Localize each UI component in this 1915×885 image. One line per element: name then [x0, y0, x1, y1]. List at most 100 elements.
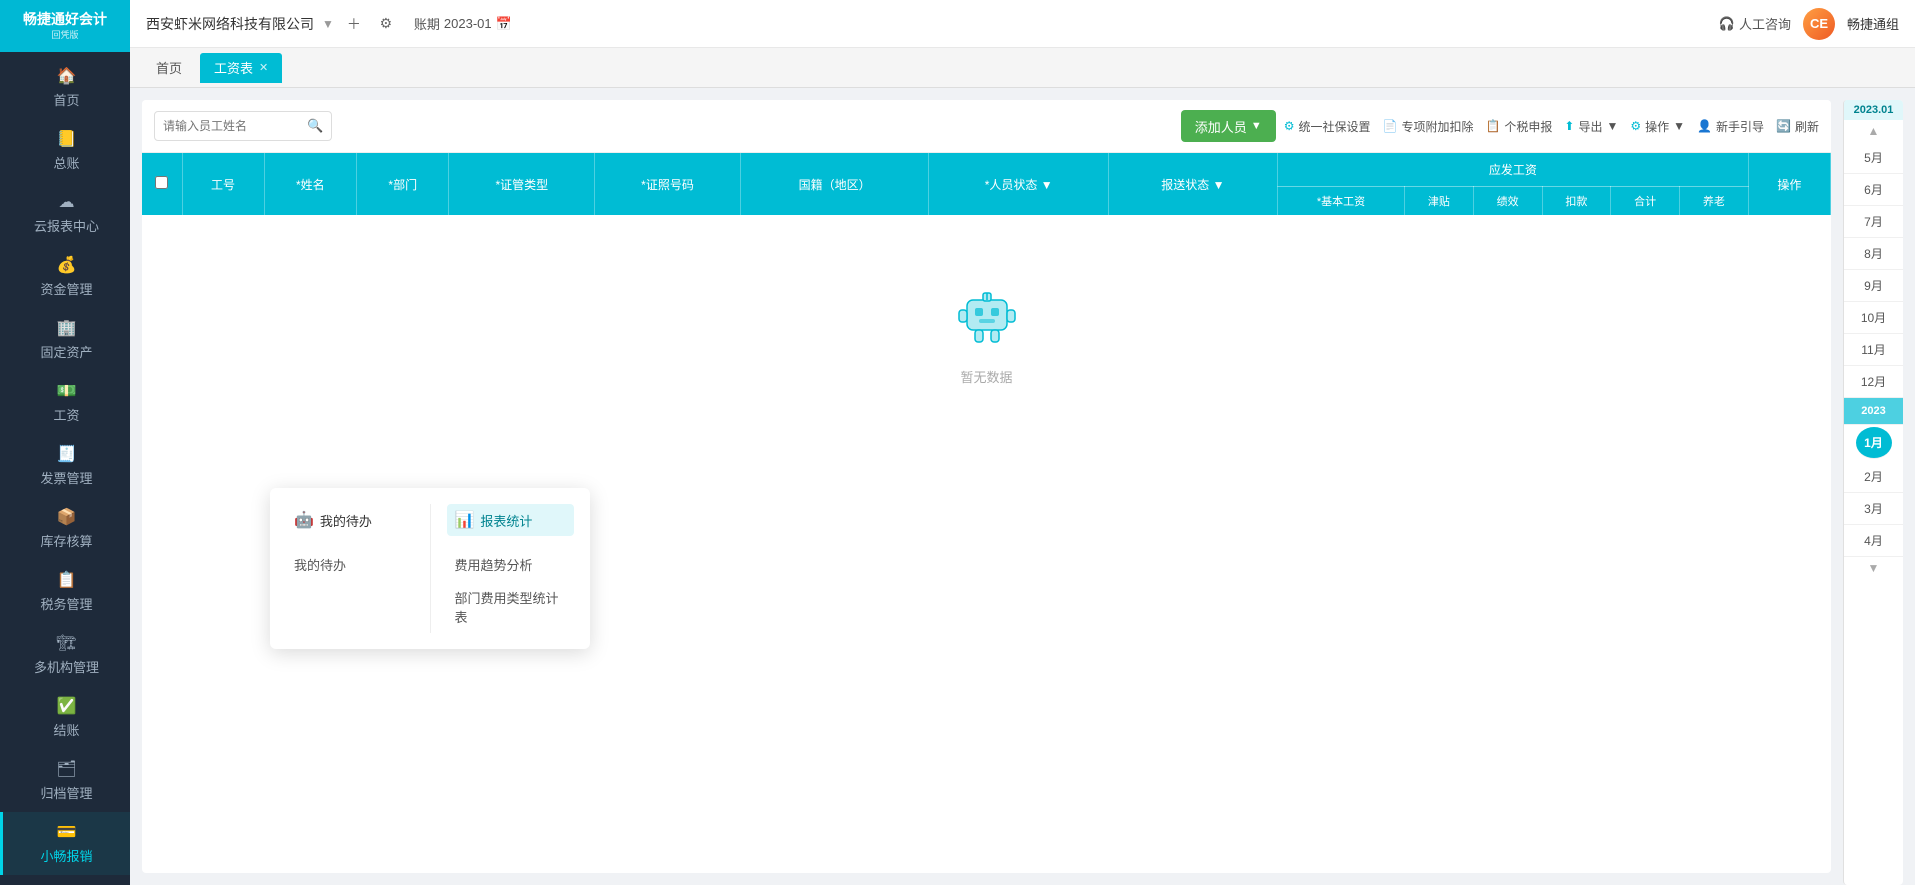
cal-month-5[interactable]: 5月	[1844, 142, 1903, 174]
search-icon[interactable]: 🔍	[307, 118, 323, 134]
operation-icon: ⚙	[1630, 119, 1641, 133]
sidebar-item-home[interactable]: 🏠 首页	[0, 56, 130, 119]
period-value: 2023-01	[444, 16, 492, 31]
search-box: 🔍	[154, 111, 332, 141]
sub-header-bonus: 绩效	[1473, 187, 1542, 216]
individual-tax-btn[interactable]: 📋 个税申报	[1485, 118, 1552, 135]
cal-month-1-active[interactable]: 1月	[1856, 427, 1892, 459]
guide-action-icon: 👤	[1697, 119, 1712, 133]
popup-reports-label: 报表统计	[480, 511, 532, 530]
sidebar-item-invoice[interactable]: 🧾 发票管理	[0, 434, 130, 497]
sidebar-item-settlement[interactable]: ✅ 结账	[0, 686, 130, 749]
popup-col-todolist: 🤖 我的待办 我的待办	[286, 504, 414, 633]
sidebar-item-tax[interactable]: 📋 税务管理	[0, 560, 130, 623]
header-dept: *部门	[357, 153, 449, 215]
cal-month-6[interactable]: 6月	[1844, 174, 1903, 206]
sidebar-item-ledger[interactable]: 📒 总账	[0, 119, 130, 182]
sidebar-item-payroll[interactable]: 💵 工资	[0, 371, 130, 434]
social-insurance-label: 统一社保设置	[1298, 118, 1370, 135]
new-guide-btn[interactable]: 👤 新手引导	[1697, 118, 1764, 135]
sidebar-label-settlement: 结账	[53, 720, 79, 739]
sub-header-base-salary: *基本工资	[1277, 187, 1404, 216]
popup-item-expense-trend[interactable]: 费用趋势分析	[447, 548, 575, 581]
table-toolbar: 🔍 添加人员 ▼ ⚙ 统一社保设置 📄 专项附加扣除	[142, 100, 1831, 153]
user-avatar[interactable]: CE	[1803, 8, 1835, 40]
sidebar: 畅捷通好会计 回凭版 🏠 首页 📒 总账 ☁ 云报表中心 💰 资金管理 🏢 固定…	[0, 0, 130, 885]
cal-month-3[interactable]: 3月	[1844, 493, 1903, 525]
sidebar-label-expense: 小畅报销	[40, 846, 92, 865]
assets-icon: 🏢	[57, 318, 77, 338]
sidebar-item-expense[interactable]: 💳 小畅报销	[0, 812, 130, 875]
sidebar-item-settings[interactable]: ⚙ 基础设置	[0, 875, 130, 885]
main-area: 西安虾米网络科技有限公司 ▼ ＋ ⚙ 账期 2023-01 📅 🎧 人工咨询 C…	[130, 0, 1915, 885]
add-btn-label: 添加人员	[1195, 117, 1247, 136]
sidebar-item-archive[interactable]: 🗂 归档管理	[0, 749, 130, 812]
cal-month-12[interactable]: 12月	[1844, 366, 1903, 398]
cal-month-2[interactable]: 2月	[1844, 461, 1903, 493]
tab-payroll[interactable]: 工资表 ✕	[200, 53, 282, 83]
cal-month-9[interactable]: 9月	[1844, 270, 1903, 302]
tax-icon: 📋	[57, 570, 77, 590]
refresh-btn[interactable]: 🔄 刷新	[1776, 118, 1819, 135]
export-btn[interactable]: ⬆ 导出 ▼	[1564, 118, 1618, 135]
user-name: 畅捷通组	[1847, 14, 1899, 33]
sidebar-label-home: 首页	[53, 90, 79, 109]
calendar-panel: 2023.01 ▲ 5月 6月 7月 8月 9月 10月 11月 12月 202…	[1843, 100, 1903, 885]
cal-month-4[interactable]: 4月	[1844, 525, 1903, 557]
sidebar-item-fixed-assets[interactable]: 🏢 固定资产	[0, 308, 130, 371]
add-company-btn[interactable]: ＋	[342, 12, 366, 36]
sidebar-label-invoice: 发票管理	[40, 468, 92, 487]
tab-home[interactable]: 首页	[142, 53, 196, 83]
sidebar-label-ledger: 总账	[53, 153, 79, 172]
header-emp-no: 工号	[182, 153, 264, 215]
header-status: *人员状态 ▼	[929, 153, 1108, 215]
refresh-label: 刷新	[1795, 118, 1819, 135]
cal-year-2023: 2023	[1844, 398, 1903, 425]
org-icon: 🏗	[56, 633, 76, 653]
tab-payroll-close-icon[interactable]: ✕	[259, 61, 268, 74]
sub-header-deduct: 扣款	[1542, 187, 1611, 216]
tax-deduct-btn[interactable]: 📄 专项附加扣除	[1382, 118, 1473, 135]
header-nationality: 国籍（地区）	[740, 153, 929, 215]
company-dropdown-icon[interactable]: ▼	[322, 17, 334, 31]
popup-title-todolist: 🤖 我的待办	[286, 504, 414, 536]
sidebar-label-fund: 资金管理	[40, 279, 92, 298]
calendar-down-btn[interactable]: ▼	[1844, 557, 1903, 579]
cal-month-8[interactable]: 8月	[1844, 238, 1903, 270]
tabs-bar: 首页 工资表 ✕	[130, 48, 1915, 88]
popup-item-my-todo[interactable]: 我的待办	[286, 548, 414, 581]
operation-label: 操作	[1645, 118, 1669, 135]
social-insurance-btn[interactable]: ⚙ 统一社保设置	[1284, 118, 1371, 135]
popup-item-dept-expense[interactable]: 部门费用类型统计表	[447, 581, 575, 633]
header-checkbox[interactable]	[142, 153, 182, 215]
settings-btn[interactable]: ⚙	[374, 12, 398, 36]
sidebar-item-cloud-report[interactable]: ☁ 云报表中心	[0, 182, 130, 245]
sidebar-item-multi-org[interactable]: 🏗 多机构管理	[0, 623, 130, 686]
sidebar-item-inventory[interactable]: 📦 库存核算	[0, 497, 130, 560]
individual-tax-label: 个税申报	[1504, 118, 1552, 135]
calendar-up-btn[interactable]: ▲	[1844, 120, 1903, 142]
calendar-icon[interactable]: 📅	[496, 16, 512, 32]
cal-month-11[interactable]: 11月	[1844, 334, 1903, 366]
select-all-checkbox[interactable]	[155, 176, 168, 189]
todolist-icon: 🤖	[294, 510, 314, 530]
logo-title: 畅捷通好会计	[23, 11, 107, 28]
status-filter-icon[interactable]: ▼	[1041, 178, 1053, 192]
invoice-icon: 🧾	[57, 444, 77, 464]
add-person-button[interactable]: 添加人员 ▼	[1181, 110, 1276, 142]
cal-month-10[interactable]: 10月	[1844, 302, 1903, 334]
settlement-icon: ✅	[57, 696, 77, 716]
new-guide-label: 新手引导	[1716, 118, 1764, 135]
search-input[interactable]	[163, 119, 303, 133]
sidebar-label-archive: 归档管理	[40, 783, 92, 802]
header-report-status: 报送状态 ▼	[1108, 153, 1277, 215]
sidebar-item-fund[interactable]: 💰 资金管理	[0, 245, 130, 308]
logo-subtitle: 回凭版	[51, 28, 78, 41]
service-btn[interactable]: 🎧 人工咨询	[1719, 14, 1791, 33]
operation-btn[interactable]: ⚙ 操作 ▼	[1630, 118, 1685, 135]
cal-month-7[interactable]: 7月	[1844, 206, 1903, 238]
header-name: *姓名	[264, 153, 356, 215]
content-area: 🔍 添加人员 ▼ ⚙ 统一社保设置 📄 专项附加扣除	[130, 88, 1915, 885]
report-filter-icon[interactable]: ▼	[1213, 178, 1225, 192]
table-header-row: 工号 *姓名 *部门 *证管类型 *证照号码 国籍（地区） *人员状态 ▼ 报送…	[142, 153, 1831, 187]
